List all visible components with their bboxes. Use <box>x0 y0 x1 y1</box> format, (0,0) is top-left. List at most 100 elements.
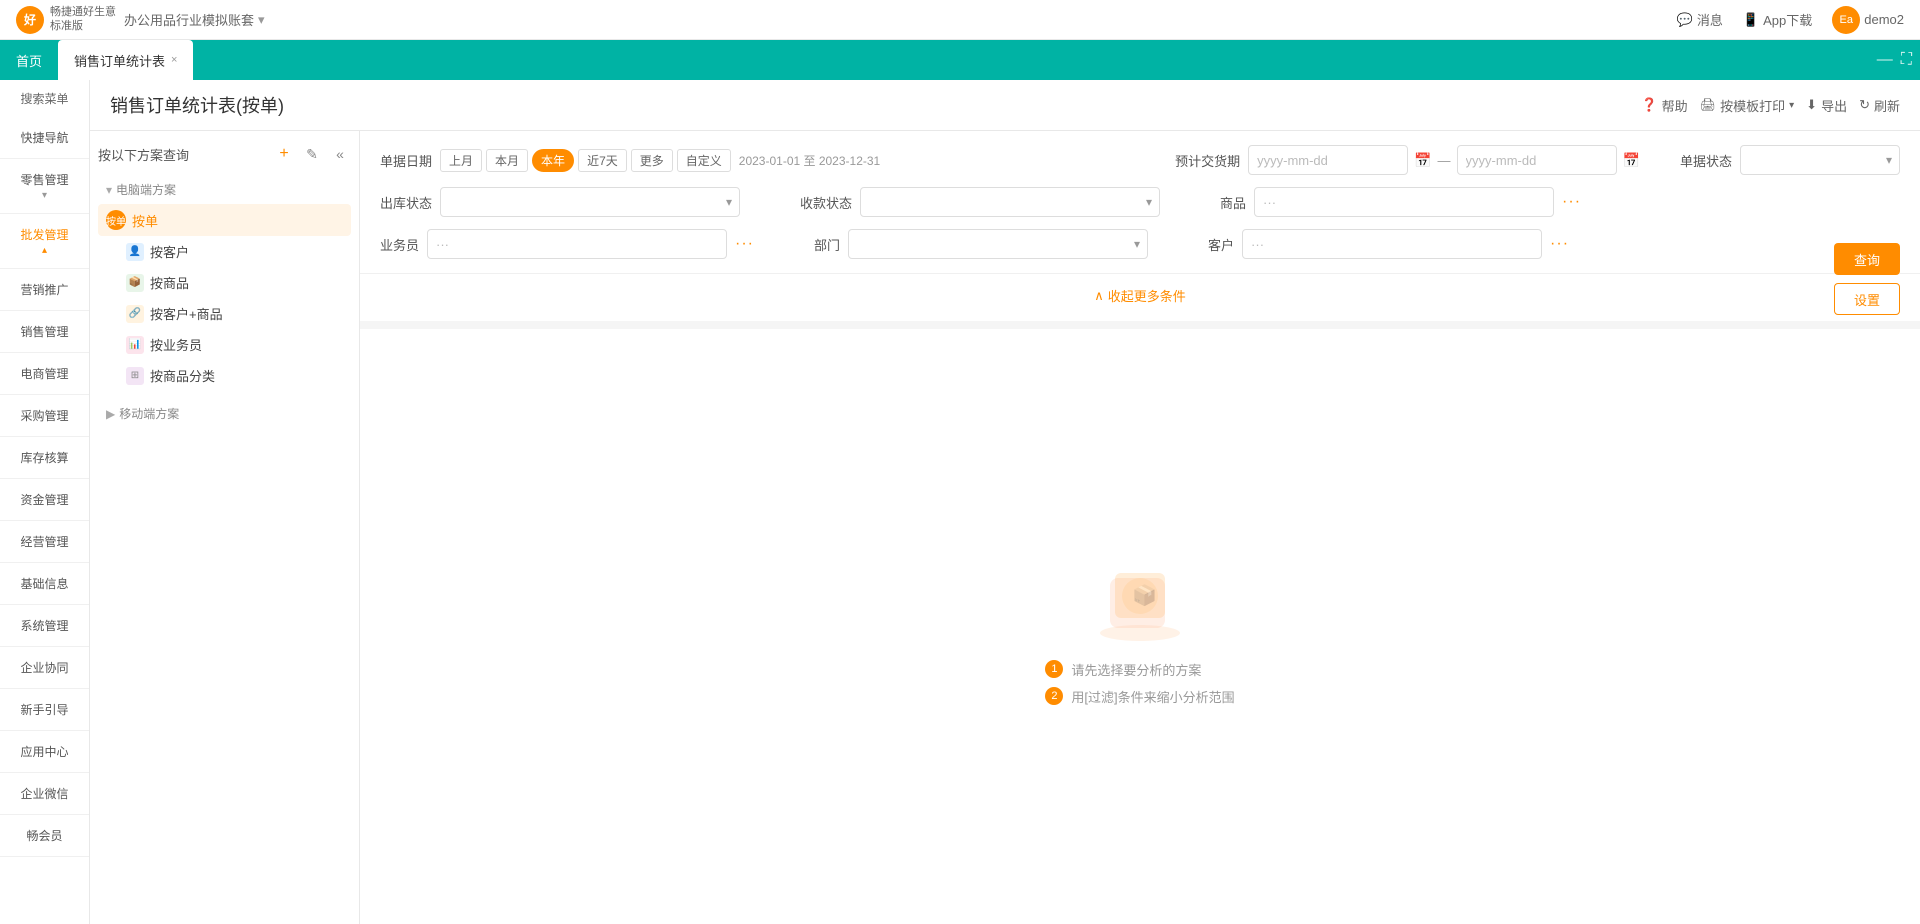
sidebar-item-appcenter[interactable]: 应用中心 <box>0 731 89 773</box>
tree-item-icon: 按单 <box>106 210 126 230</box>
tree-item-by-category[interactable]: ⊞ 按商品分类 <box>98 360 351 391</box>
sidebar-item-newbie[interactable]: 新手引导 <box>0 689 89 731</box>
sidebar-item-ecommerce[interactable]: 电商管理 <box>0 353 89 395</box>
tree-type-icon: 👤 <box>126 243 144 261</box>
sidebar-item-collab[interactable]: 企业协同 <box>0 647 89 689</box>
content-inner: 按以下方案查询 + ✎ « ▾ 电脑端方案 按单 按单 <box>90 131 1920 924</box>
date-input-wrap: 📅 — 📅 <box>1248 145 1640 175</box>
empty-illustration: 📦 <box>1080 548 1200 648</box>
date-btn-7days[interactable]: 近7天 <box>578 149 627 172</box>
left-panel-header: 按以下方案查询 + ✎ « <box>98 143 351 165</box>
tab-maximize-btn[interactable]: ⛶ <box>1901 51 1912 69</box>
sidebar-item-inventory[interactable]: 库存核算 <box>0 437 89 479</box>
download-icon: 📱 <box>1743 12 1759 28</box>
filter-row-2: 出库状态 收款状态 <box>380 187 1900 217</box>
sidebar-item-wholesale[interactable]: 批发管理 ▴ <box>0 214 89 269</box>
help-btn[interactable]: ❓ 帮助 <box>1641 96 1687 115</box>
sidebar-item-finance[interactable]: 资金管理 <box>0 479 89 521</box>
user-menu[interactable]: Ea demo2 <box>1832 6 1904 34</box>
sidebar-item-wechat[interactable]: 企业微信 <box>0 773 89 815</box>
empty-tip-2: 2 用[过滤]条件来缩小分析范围 <box>1045 687 1234 706</box>
expected-date-start[interactable] <box>1248 145 1408 175</box>
date-btn-this-year[interactable]: 本年 <box>532 149 574 172</box>
sidebar-item-operations[interactable]: 经营管理 <box>0 521 89 563</box>
message-btn[interactable]: 💬 消息 <box>1677 10 1723 29</box>
settings-btn[interactable]: 设置 <box>1834 283 1900 315</box>
sidebar-quick-nav[interactable]: 快捷导航 <box>0 117 89 159</box>
sidebar-item-member[interactable]: 畅会员 <box>0 815 89 857</box>
delivery-select[interactable] <box>440 187 740 217</box>
app-download-btn[interactable]: 📱 App下载 <box>1743 10 1812 29</box>
tab-home[interactable]: 首页 <box>0 40 58 80</box>
date-btn-last-month[interactable]: 上月 <box>440 149 482 172</box>
page-header: 销售订单统计表(按单) ❓ 帮助 🖨 按模板打印 ▾ ⬇ 导出 ↻ 刷新 <box>90 80 1920 131</box>
main-layout: 搜索菜单 快捷导航 零售管理 ▾ 批发管理 ▴ 营销推广 销售管理 电商管理 采… <box>0 80 1920 924</box>
date-buttons: 上月 本月 本年 近7天 更多 自定义 <box>440 149 731 172</box>
tree-item-by-customer[interactable]: 👤 按客户 <box>98 236 351 267</box>
goods-input[interactable] <box>1254 187 1554 217</box>
sidebar-item-sales[interactable]: 销售管理 <box>0 311 89 353</box>
dept-select[interactable] <box>848 229 1148 259</box>
tab-minimize-btn[interactable]: — <box>1877 51 1893 69</box>
collapse-area: ∧ 收起更多条件 <box>360 273 1920 321</box>
export-btn[interactable]: ⬇ 导出 <box>1806 96 1847 115</box>
add-scheme-btn[interactable]: + <box>273 143 295 165</box>
sidebar-search[interactable]: 搜索菜单 <box>0 80 89 117</box>
logo-area: 好 畅捷通好生意 标准版 <box>16 6 116 34</box>
help-icon: ❓ <box>1641 97 1657 113</box>
tab-close-btn[interactable]: × <box>171 54 177 66</box>
status-select[interactable] <box>1740 145 1900 175</box>
tree-item-by-customer-goods[interactable]: 🔗 按客户+商品 <box>98 298 351 329</box>
filter-dept: 部门 <box>814 229 1148 259</box>
tab-bar-right: — ⛶ <box>1877 51 1920 69</box>
sidebar-item-retail[interactable]: 零售管理 ▾ <box>0 159 89 214</box>
pc-section-header[interactable]: ▾ 电脑端方案 <box>98 175 351 204</box>
date-btn-this-month[interactable]: 本月 <box>486 149 528 172</box>
date-btn-custom[interactable]: 自定义 <box>677 149 731 172</box>
calendar-icon-end[interactable]: 📅 <box>1623 152 1640 169</box>
sidebar-item-system[interactable]: 系统管理 <box>0 605 89 647</box>
empty-state: 📦 1 请先选择要分析的方案 2 用[过滤]条件来缩小分析范围 <box>360 329 1920 924</box>
breadcrumb[interactable]: 办公用品行业模拟账套 ▾ <box>124 10 265 29</box>
mobile-section-arrow-icon: ▶ <box>106 407 115 421</box>
date-btn-more[interactable]: 更多 <box>631 149 673 172</box>
template-print-btn[interactable]: 🖨 按模板打印 ▾ <box>1700 96 1795 115</box>
print-icon: 🖨 <box>1700 97 1717 113</box>
tree-item-by-order[interactable]: 按单 按单 <box>98 204 351 236</box>
sidebar-item-basic[interactable]: 基础信息 <box>0 563 89 605</box>
refresh-btn[interactable]: ↻ 刷新 <box>1859 96 1900 115</box>
content-area: 销售订单统计表(按单) ❓ 帮助 🖨 按模板打印 ▾ ⬇ 导出 ↻ 刷新 <box>90 80 1920 924</box>
status-select-wrap <box>1740 145 1900 175</box>
logo-text: 畅捷通好生意 标准版 <box>50 6 116 32</box>
calendar-icon-start[interactable]: 📅 <box>1414 152 1431 169</box>
collapse-filter-btn[interactable]: ∧ 收起更多条件 <box>1086 278 1194 313</box>
sidebar-item-marketing[interactable]: 营销推广 <box>0 269 89 311</box>
customer-input[interactable] <box>1242 229 1542 259</box>
sidebar: 搜索菜单 快捷导航 零售管理 ▾ 批发管理 ▴ 营销推广 销售管理 电商管理 采… <box>0 80 90 924</box>
tree-item-by-salesman[interactable]: 📊 按业务员 <box>98 329 351 360</box>
tree-item-by-goods[interactable]: 📦 按商品 <box>98 267 351 298</box>
sidebar-item-purchase[interactable]: 采购管理 <box>0 395 89 437</box>
customer-more-btn[interactable]: ··· <box>1550 235 1569 253</box>
goods-more-btn[interactable]: ··· <box>1562 193 1581 211</box>
dept-select-wrap <box>848 229 1148 259</box>
tab-sales-order[interactable]: 销售订单统计表 × <box>58 40 193 80</box>
section-arrow-icon: ▾ <box>106 183 112 197</box>
filter-row-3: 业务员 ··· 部门 <box>380 229 1900 259</box>
top-bar-right: 💬 消息 📱 App下载 Ea demo2 <box>1677 6 1904 34</box>
svg-text:📦: 📦 <box>1132 583 1157 607</box>
filter-status: 单据状态 <box>1680 145 1900 175</box>
payment-select[interactable] <box>860 187 1160 217</box>
tree-type-icon-goods: 📦 <box>126 274 144 292</box>
filter-action-btns: 查询 设置 <box>1834 243 1900 315</box>
collapse-panel-btn[interactable]: « <box>329 143 351 165</box>
salesman-more-btn[interactable]: ··· <box>735 235 754 253</box>
salesman-input[interactable] <box>427 229 727 259</box>
expected-date-end[interactable] <box>1457 145 1617 175</box>
filter-delivery-status: 出库状态 <box>380 187 740 217</box>
edit-scheme-btn[interactable]: ✎ <box>301 143 323 165</box>
filter-salesman: 业务员 ··· <box>380 229 754 259</box>
search-btn[interactable]: 查询 <box>1834 243 1900 275</box>
mobile-section-header[interactable]: ▶ 移动端方案 <box>98 399 351 428</box>
right-panel: 单据日期 上月 本月 本年 近7天 更多 自定义 2023-01-01 至 20… <box>360 131 1920 924</box>
